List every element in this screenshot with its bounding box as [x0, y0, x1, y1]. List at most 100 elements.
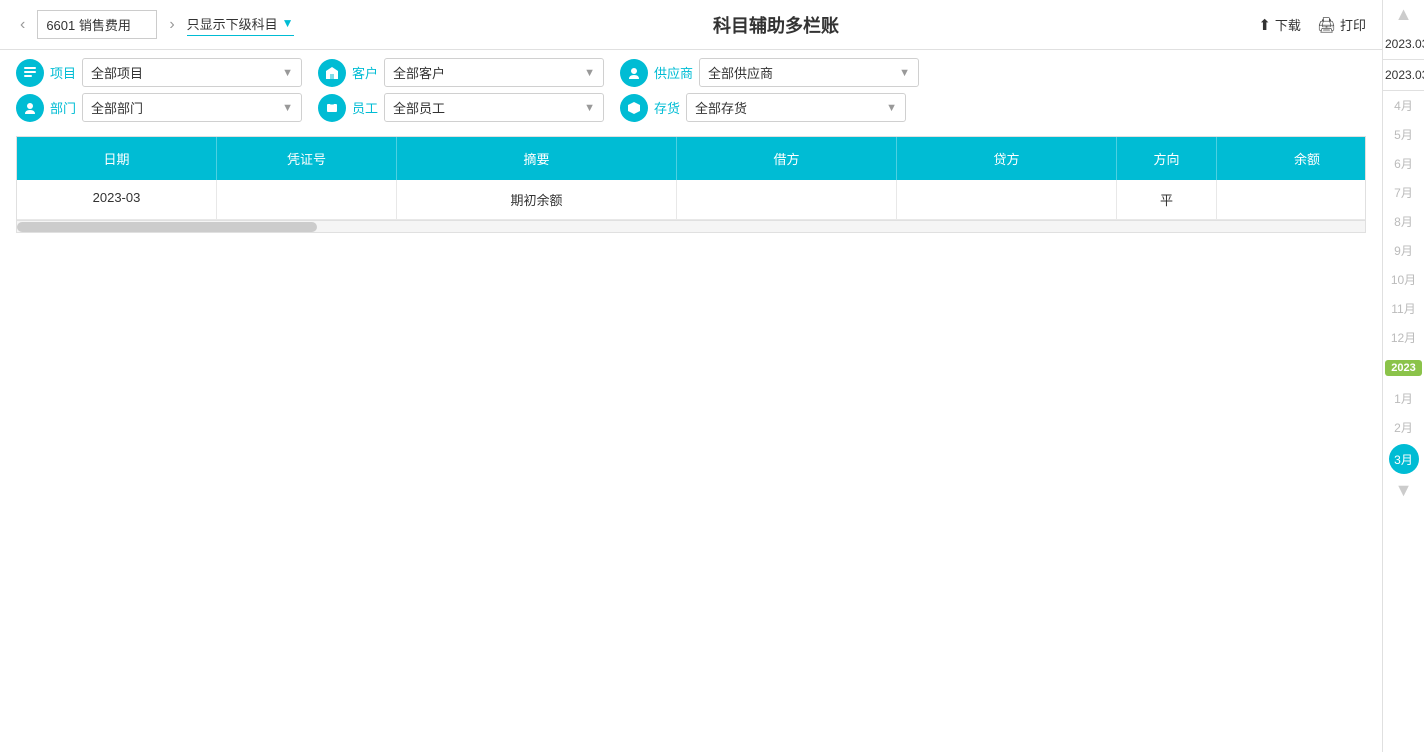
cell-balance: [1217, 180, 1366, 219]
inventory-dropdown-icon: ▼: [886, 102, 897, 114]
customer-select[interactable]: 全部客户 ▼: [384, 58, 604, 87]
action-buttons: ⬆ 下载 🖨 打印: [1258, 15, 1366, 34]
col-credit: 贷方: [897, 137, 1117, 180]
sidebar-up-btn[interactable]: ▲: [1391, 0, 1417, 29]
supplier-value: 全部供应商: [708, 63, 773, 82]
supplier-filter: 供应商 全部供应商 ▼: [620, 58, 919, 87]
sidebar-month-8[interactable]: 8月: [1383, 207, 1424, 236]
main-window: ‹ 6601 销售费用 › 只显示下级科目 ▼ 科目辅助多栏账 ⬆ 下载 🖨 打…: [0, 0, 1424, 752]
employee-label: 员工: [352, 98, 378, 117]
sidebar-month-10[interactable]: 10月: [1383, 265, 1424, 294]
filter-row-2: 部门 全部部门 ▼ 员工 全部员工 ▼: [16, 93, 1366, 122]
supplier-label: 供应商: [654, 63, 693, 82]
sidebar-month-11[interactable]: 11月: [1383, 294, 1424, 323]
cell-summary: 期初余额: [397, 180, 677, 219]
customer-filter: 客户 全部客户 ▼: [318, 58, 604, 87]
col-debit: 借方: [677, 137, 897, 180]
filter-area: 项目 全部项目 ▼ 客户 全部客户 ▼: [0, 50, 1382, 136]
col-voucher: 凭证号: [217, 137, 397, 180]
employee-filter: 员工 全部员工 ▼: [318, 93, 604, 122]
sidebar-month-1-label: 1月: [1394, 392, 1413, 406]
inventory-filter: 存货 全部存货 ▼: [620, 93, 906, 122]
table-body: 2023-03 期初余额 平: [17, 180, 1365, 220]
department-filter: 部门 全部部门 ▼: [16, 93, 302, 122]
account-code: 6601 销售费用: [37, 10, 157, 39]
cell-date: 2023-03: [17, 180, 217, 219]
sidebar-month-4[interactable]: 4月: [1383, 91, 1424, 120]
customer-value: 全部客户: [393, 63, 445, 82]
project-select[interactable]: 全部项目 ▼: [82, 58, 302, 87]
employee-value: 全部员工: [393, 98, 445, 117]
table-row[interactable]: 2023-03 期初余额 平: [17, 180, 1365, 220]
inventory-select[interactable]: 全部存货 ▼: [686, 93, 906, 122]
show-sub-label: 只显示下级科目: [187, 14, 278, 33]
print-icon: 🖨: [1317, 16, 1336, 34]
supplier-select[interactable]: 全部供应商 ▼: [699, 58, 919, 87]
sidebar-month-2-label: 2月: [1394, 421, 1413, 435]
sidebar-month-7-label: 7月: [1394, 186, 1413, 200]
department-select[interactable]: 全部部门 ▼: [82, 93, 302, 122]
supplier-icon: [620, 59, 648, 87]
page-title: 科目辅助多栏账: [302, 12, 1251, 38]
sidebar-month-6-label: 6月: [1394, 157, 1413, 171]
main-content: ‹ 6601 销售费用 › 只显示下级科目 ▼ 科目辅助多栏账 ⬆ 下载 🖨 打…: [0, 0, 1382, 233]
customer-label: 客户: [352, 63, 378, 82]
sidebar-month-2[interactable]: 2月: [1383, 413, 1424, 442]
sidebar-period-2[interactable]: 2023.03: [1383, 60, 1424, 91]
supplier-dropdown-icon: ▼: [899, 67, 910, 79]
sidebar-month-8-label: 8月: [1394, 215, 1413, 229]
sidebar-month-9-label: 9月: [1394, 244, 1413, 258]
filter-row-1: 项目 全部项目 ▼ 客户 全部客户 ▼: [16, 58, 1366, 87]
next-account-btn[interactable]: ›: [165, 14, 178, 36]
employee-select[interactable]: 全部员工 ▼: [384, 93, 604, 122]
year-badge-container: 2023: [1385, 356, 1421, 380]
sidebar-month-4-label: 4月: [1394, 99, 1413, 113]
horizontal-scrollbar[interactable]: [16, 221, 1366, 233]
sidebar-down-btn[interactable]: ▼: [1391, 476, 1417, 505]
sidebar-month-12[interactable]: 12月: [1383, 323, 1424, 352]
project-filter: 项目 全部项目 ▼: [16, 58, 302, 87]
show-sub-toggle[interactable]: 只显示下级科目 ▼: [187, 14, 294, 36]
download-label: 下载: [1275, 15, 1301, 34]
sidebar-month-5[interactable]: 5月: [1383, 120, 1424, 149]
sidebar-month-6[interactable]: 6月: [1383, 149, 1424, 178]
project-label: 项目: [50, 63, 76, 82]
scrollbar-thumb[interactable]: [17, 222, 317, 232]
sidebar-month-7[interactable]: 7月: [1383, 178, 1424, 207]
department-icon: [16, 94, 44, 122]
sidebar-month-12-label: 12月: [1391, 331, 1416, 345]
cell-voucher: [217, 180, 397, 219]
print-btn[interactable]: 🖨 打印: [1317, 15, 1366, 34]
right-sidebar: ▲ 2023.03 2023.03 4月 5月 6月 7月 8月 9月 10月: [1382, 0, 1424, 752]
cell-direction: 平: [1117, 180, 1217, 219]
customer-dropdown-icon: ▼: [584, 67, 595, 79]
inventory-value: 全部存货: [695, 98, 747, 117]
department-value: 全部部门: [91, 98, 143, 117]
header: ‹ 6601 销售费用 › 只显示下级科目 ▼ 科目辅助多栏账 ⬆ 下载 🖨 打…: [0, 0, 1382, 50]
col-date: 日期: [17, 137, 217, 180]
col-summary: 摘要: [397, 137, 677, 180]
department-label: 部门: [50, 98, 76, 117]
sidebar-active-label: 3月: [1394, 451, 1413, 468]
prev-account-btn[interactable]: ‹: [16, 14, 29, 36]
sidebar-month-3-active[interactable]: 3月: [1389, 444, 1419, 474]
project-value: 全部项目: [91, 63, 143, 82]
sidebar-period-2-label: 2023.03: [1385, 68, 1424, 82]
show-sub-arrow-icon: ▼: [282, 16, 294, 30]
inventory-label: 存货: [654, 98, 680, 117]
table-header: 日期 凭证号 摘要 借方 贷方 方向 余额: [17, 137, 1365, 180]
customer-icon: [318, 59, 346, 87]
sidebar-month-5-label: 5月: [1394, 128, 1413, 142]
download-btn[interactable]: ⬆ 下载: [1258, 15, 1301, 34]
data-table: 日期 凭证号 摘要 借方 贷方 方向 余额 2023-03 期初余额 平: [16, 136, 1366, 221]
sidebar-month-11-label: 11月: [1391, 302, 1415, 316]
employee-icon: [318, 94, 346, 122]
sidebar-period-1[interactable]: 2023.03: [1383, 29, 1424, 60]
sidebar-month-1[interactable]: 1月: [1383, 384, 1424, 413]
col-direction: 方向: [1117, 137, 1217, 180]
cell-debit: [677, 180, 897, 219]
sidebar-month-9[interactable]: 9月: [1383, 236, 1424, 265]
sidebar-active-month-container: 3月: [1389, 444, 1419, 474]
project-icon: [16, 59, 44, 87]
department-dropdown-icon: ▼: [282, 102, 293, 114]
